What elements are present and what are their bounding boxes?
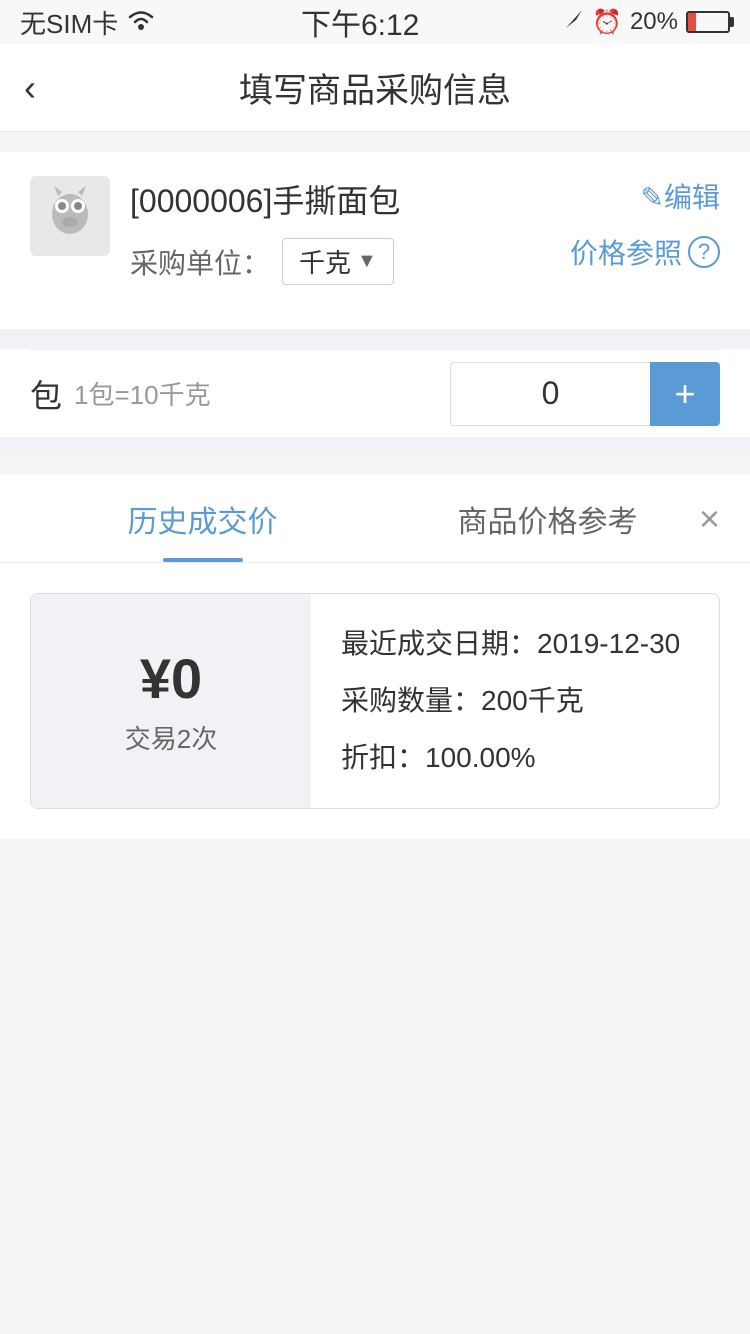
purchase-qty-label: 采购数量： — [341, 685, 481, 716]
tab-history-price-label: 历史成交价 — [128, 497, 278, 541]
recent-date-label: 最近成交日期： — [341, 628, 537, 659]
product-thumbnail — [30, 176, 110, 256]
separator-1 — [0, 329, 750, 347]
discount-label: 折扣： — [341, 742, 425, 773]
alarm-icon: ⏰ — [592, 8, 622, 37]
tabs-header: 历史成交价 商品价格参考 × — [0, 475, 750, 563]
quantity-plus-button[interactable]: + — [650, 362, 720, 426]
carrier-text: 无SIM卡 — [20, 4, 118, 41]
price-discount-row: 折扣：100.00% — [341, 738, 689, 777]
tab-active-underline — [163, 558, 243, 562]
tab-history-price[interactable]: 历史成交价 — [30, 475, 375, 562]
price-number: 0 — [171, 647, 202, 710]
quantity-section: 包 1包=10千克 + — [0, 349, 750, 437]
quantity-controls: + — [450, 362, 720, 426]
back-button[interactable]: ‹ — [24, 67, 36, 109]
pkg-label: 包 — [30, 371, 62, 417]
edit-button[interactable]: ✎编辑 — [641, 176, 720, 216]
wifi-icon — [126, 7, 156, 38]
product-image-icon — [40, 182, 100, 251]
price-card-container: ¥0 交易2次 最近成交日期：2019-12-30 采购数量：200千克 折扣：… — [0, 563, 750, 839]
quantity-row: 包 1包=10千克 + — [30, 349, 720, 437]
price-purchase-qty-row: 采购数量：200千克 — [341, 681, 689, 720]
discount-value: 100.00% — [425, 742, 536, 773]
unit-select[interactable]: 千克 ▼ — [282, 238, 394, 285]
price-value: ¥0 — [140, 646, 202, 711]
unit-value: 千克 — [299, 243, 351, 280]
product-left: [0000006]手撕面包 采购单位： 千克 ▼ — [30, 176, 400, 285]
unit-label: 采购单位： — [130, 242, 270, 282]
tab-close-button[interactable]: × — [699, 498, 720, 540]
tab-product-price-ref[interactable]: 商品价格参考 — [375, 475, 720, 562]
price-card-right: 最近成交日期：2019-12-30 采购数量：200千克 折扣：100.00% — [311, 594, 719, 808]
purchase-qty-value: 200千克 — [481, 685, 584, 716]
battery-percent: 20% — [630, 8, 678, 36]
status-left: 无SIM卡 — [20, 4, 156, 41]
nav-bar: ‹ 填写商品采购信息 — [0, 44, 750, 132]
dropdown-arrow-icon: ▼ — [357, 250, 377, 273]
price-card-left: ¥0 交易2次 — [31, 594, 311, 808]
product-info: [0000006]手撕面包 采购单位： 千克 ▼ — [130, 176, 400, 285]
separator-2 — [0, 437, 750, 455]
status-right: ⏰ 20% — [564, 8, 730, 37]
price-recent-date-row: 最近成交日期：2019-12-30 — [341, 624, 689, 663]
status-time: 下午6:12 — [301, 0, 419, 44]
status-bar: 无SIM卡 下午6:12 ⏰ 20% — [0, 0, 750, 44]
plus-icon: + — [674, 373, 695, 415]
tab-product-price-ref-label: 商品价格参考 — [458, 497, 638, 541]
tabs-container: 历史成交价 商品价格参考 × ¥0 交易2次 最近成交日期：2019-12-30… — [0, 475, 750, 839]
price-ref-label: 价格参照 — [570, 232, 682, 272]
product-name: [0000006]手撕面包 — [130, 176, 400, 222]
recent-date-value: 2019-12-30 — [537, 628, 680, 659]
product-unit-row: 采购单位： 千克 ▼ — [130, 238, 400, 285]
price-currency: ¥ — [140, 647, 171, 710]
price-ref-button[interactable]: 价格参照 ? — [570, 232, 720, 272]
price-trades: 交易2次 — [125, 719, 217, 756]
quantity-label: 包 1包=10千克 — [30, 371, 211, 417]
gps-icon — [564, 8, 584, 37]
price-card: ¥0 交易2次 最近成交日期：2019-12-30 采购数量：200千克 折扣：… — [30, 593, 720, 809]
product-card: [0000006]手撕面包 采购单位： 千克 ▼ ✎编辑 价格参照 ? — [0, 152, 750, 329]
page-title: 填写商品采购信息 — [239, 63, 511, 112]
battery-icon — [686, 11, 730, 33]
pkg-note: 1包=10千克 — [74, 375, 211, 412]
product-right-col: ✎编辑 价格参照 ? — [570, 176, 720, 272]
product-header: [0000006]手撕面包 采购单位： 千克 ▼ ✎编辑 价格参照 ? — [30, 176, 720, 285]
quantity-input[interactable] — [450, 362, 650, 426]
help-icon: ? — [688, 236, 720, 268]
